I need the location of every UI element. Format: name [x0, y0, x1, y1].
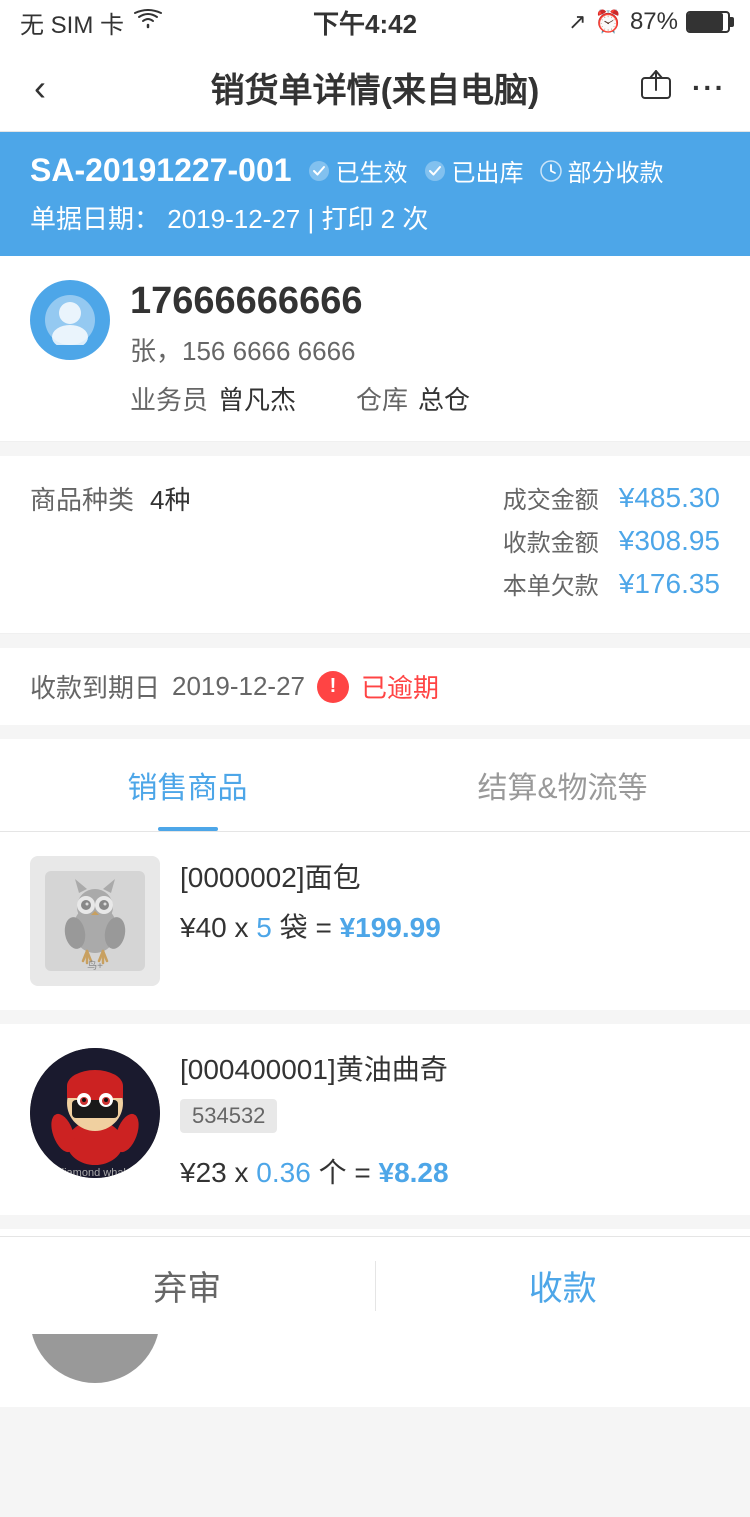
more-button[interactable]: ···	[692, 72, 726, 104]
tab-settlement[interactable]: 结算&物流等	[375, 739, 750, 831]
order-id: SA-20191227-001	[30, 152, 292, 189]
trading-amount-row: 成交金额 ¥485.30	[503, 480, 720, 515]
product-details-1: [0000002]面包 ¥40 x 5 袋 = ¥199.99	[180, 856, 720, 946]
page-title: 销货单详情(来自电脑)	[211, 63, 540, 112]
customer-avatar	[30, 280, 110, 360]
battery-icon	[686, 11, 730, 33]
customer-info: 17666666666 张，156 6666 6666 业务员 曾凡杰 仓库 总…	[130, 280, 720, 417]
status-time: 下午4:42	[313, 4, 417, 41]
product-price-2: ¥23 x 0.36 个 = ¥8.28	[180, 1151, 720, 1191]
product-tag-2: 534532	[180, 1099, 277, 1133]
overdue-text: 已逾期	[361, 668, 439, 705]
product-price-1: ¥40 x 5 袋 = ¥199.99	[180, 906, 720, 946]
nav-bar: ‹ 销货单详情(来自电脑) ···	[0, 44, 750, 132]
stats-section: 商品种类 4种 成交金额 ¥485.30 收款金额 ¥308.95 本单欠款 ¥…	[0, 456, 750, 634]
product-name-2: [000400001]黄油曲奇	[180, 1048, 720, 1088]
tab-sales-products[interactable]: 销售商品	[0, 739, 375, 831]
order-header: SA-20191227-001 已生效 已出库 部分收款 单据日期： 2019-…	[0, 132, 750, 256]
status-right: ↗ ⏰ 87%	[568, 8, 730, 36]
amounts: 成交金额 ¥485.30 收款金额 ¥308.95 本单欠款 ¥176.35	[503, 480, 720, 609]
customer-section: 17666666666 张，156 6666 6666 业务员 曾凡杰 仓库 总…	[0, 256, 750, 442]
overdue-icon: !	[317, 671, 349, 703]
customer-name: 张，156 6666 6666	[130, 331, 720, 368]
back-button[interactable]: ‹	[24, 57, 56, 119]
carrier-text: 无 SIM 卡	[20, 5, 124, 40]
abandon-audit-button[interactable]: 弃审	[0, 1241, 375, 1330]
svg-text:鸟+: 鸟+	[87, 959, 103, 971]
bottom-bar: 弃审 收款	[0, 1236, 750, 1334]
due-date: 2019-12-27	[172, 671, 305, 702]
product-thumbnail-2: diamond whale	[30, 1048, 160, 1178]
status-bar: 无 SIM 卡 下午4:42 ↗ ⏰ 87%	[0, 0, 750, 44]
svg-text:diamond whale: diamond whale	[58, 1167, 132, 1178]
tabs: 销售商品 结算&物流等	[0, 739, 750, 832]
product-details-2: [000400001]黄油曲奇 534532 ¥23 x 0.36 个 = ¥8…	[180, 1048, 720, 1191]
due-label: 收款到期日	[30, 668, 160, 705]
sales-info: 业务员 曾凡杰	[130, 380, 296, 417]
received-amount-row: 收款金额 ¥308.95	[503, 523, 720, 558]
status-left: 无 SIM 卡	[20, 5, 162, 40]
status-partial: 部分收款	[540, 153, 664, 188]
product-name-1: [0000002]面包	[180, 856, 720, 896]
location-icon: ↗	[568, 9, 586, 35]
battery-percent: 87%	[630, 8, 678, 36]
due-date-section: 收款到期日 2019-12-27 ! 已逾期	[0, 648, 750, 739]
product-kinds: 商品种类 4种	[30, 480, 190, 517]
debt-amount-row: 本单欠款 ¥176.35	[503, 566, 720, 601]
customer-phone: 17666666666	[130, 280, 720, 323]
warehouse-info: 仓库 总仓	[356, 380, 470, 417]
collect-payment-button[interactable]: 收款	[376, 1241, 750, 1330]
share-button[interactable]	[640, 68, 672, 108]
wifi-icon	[134, 8, 162, 36]
status-delivered: 已出库	[424, 153, 524, 188]
status-effective: 已生效	[308, 153, 408, 188]
nav-actions: ···	[640, 68, 726, 108]
list-item: diamond whale [000400001]黄油曲奇 534532 ¥23…	[0, 1024, 750, 1215]
order-date: 单据日期： 2019-12-27 | 打印 2 次	[30, 199, 720, 236]
alarm-icon: ⏰	[595, 9, 622, 35]
list-item: 鸟+ [0000002]面包 ¥40 x 5 袋 = ¥199.99	[0, 832, 750, 1010]
product-thumbnail-1: 鸟+	[30, 856, 160, 986]
